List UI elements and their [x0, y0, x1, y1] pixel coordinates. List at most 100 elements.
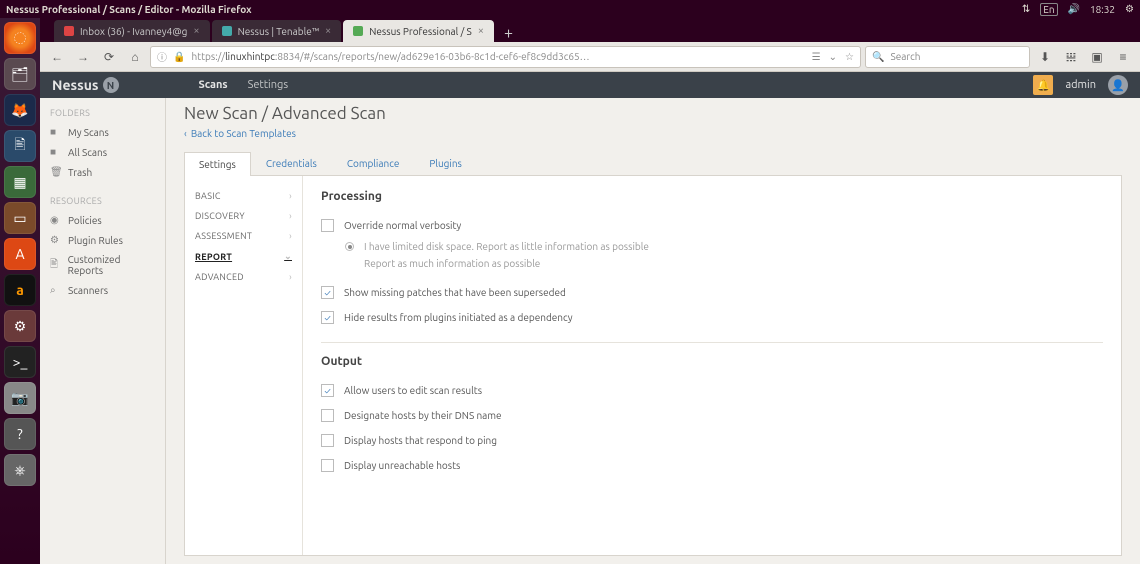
browser-tab-active[interactable]: Nessus Professional / S ×	[343, 20, 494, 42]
search-bar[interactable]: 🔍 Search	[865, 46, 1030, 68]
back-to-templates-link[interactable]: ‹ Back to Scan Templates	[184, 128, 296, 139]
sidebar-item-label: Customized Reports	[68, 254, 155, 276]
window-title: Nessus Professional / Scans / Editor - M…	[6, 4, 1022, 15]
section-processing-title: Processing	[321, 190, 1103, 203]
settings-nav-assessment[interactable]: ASSESSMENT›	[185, 226, 302, 246]
amazon-icon[interactable]: a	[4, 274, 36, 306]
bookmark-star-icon[interactable]: ☆	[845, 51, 854, 63]
nessus-main: New Scan / Advanced Scan ‹ Back to Scan …	[166, 98, 1140, 564]
clock[interactable]: 18:32	[1090, 4, 1115, 15]
page-title: New Scan / Advanced Scan	[184, 104, 1122, 123]
calc-icon[interactable]: ▦	[4, 166, 36, 198]
option-display-ping[interactable]: Display hosts that respond to ping	[321, 428, 1103, 453]
notifications-icon[interactable]: 🔔	[1033, 75, 1053, 95]
nav-settings[interactable]: Settings	[248, 79, 289, 91]
snav-label: BASIC	[195, 191, 221, 201]
radio-report-much[interactable]: Report as much information as possible	[345, 255, 1103, 272]
help-icon[interactable]: ?	[4, 418, 36, 450]
tab-label: Nessus Professional / S	[369, 26, 472, 37]
impress-icon[interactable]: ▭	[4, 202, 36, 234]
sidebar-item-label: Plugin Rules	[68, 235, 123, 246]
folder-icon: ■	[50, 146, 60, 158]
close-icon[interactable]: ×	[193, 25, 199, 37]
system-tray: ⇅ En 🔊 18:32 ⚙	[1022, 3, 1134, 16]
settings-nav-report[interactable]: REPORT⌄	[185, 246, 302, 267]
browser-tabstrip: Inbox (36) - Ivanney4@g × Nessus | Tenab…	[40, 18, 1140, 42]
option-override-verbosity[interactable]: Override normal verbosity	[321, 213, 1103, 238]
settings-nav-discovery[interactable]: DISCOVERY›	[185, 206, 302, 226]
files-icon[interactable]: 🗂	[4, 58, 36, 90]
tab-plugins[interactable]: Plugins	[414, 151, 477, 175]
forward-button[interactable]: →	[72, 46, 94, 68]
scan-config-tabs: Settings Credentials Compliance Plugins	[184, 151, 1122, 176]
session-gear-icon[interactable]: ⚙	[1125, 3, 1134, 15]
sidebar-item-plugin-rules[interactable]: ⚙Plugin Rules	[40, 230, 165, 250]
library-button[interactable]: 𝍐	[1060, 46, 1082, 68]
ubuntu-dash-icon[interactable]: ◌	[4, 22, 36, 54]
settings-icon[interactable]: ⚙	[4, 310, 36, 342]
volume-icon[interactable]: 🔊	[1068, 3, 1080, 15]
sidebar-item-all-scans[interactable]: ■All Scans	[40, 142, 165, 162]
checkbox[interactable]	[321, 434, 334, 447]
reload-button[interactable]: ⟳	[98, 46, 120, 68]
pocket-icon[interactable]: ⌄	[829, 51, 837, 63]
home-button[interactable]: ⌂	[124, 46, 146, 68]
user-name[interactable]: admin	[1065, 79, 1096, 91]
sidebar-item-scanners[interactable]: ⌕Scanners	[40, 280, 165, 300]
chevron-right-icon: ›	[289, 191, 292, 201]
radio-icon[interactable]	[345, 242, 354, 251]
user-avatar-icon[interactable]: 👤	[1108, 75, 1128, 95]
sidebar-item-customized-reports[interactable]: 🖹Customized Reports	[40, 250, 165, 280]
policy-icon: ◉	[50, 214, 60, 226]
checkbox[interactable]	[321, 384, 334, 397]
tab-credentials[interactable]: Credentials	[251, 151, 332, 175]
app-icon[interactable]: ⎈	[4, 454, 36, 486]
checkbox[interactable]	[321, 286, 334, 299]
option-hide-dependency[interactable]: Hide results from plugins initiated as a…	[321, 305, 1103, 330]
checkbox[interactable]	[321, 219, 334, 232]
checkbox[interactable]	[321, 409, 334, 422]
reader-icon[interactable]: ☰	[812, 51, 821, 63]
software-center-icon[interactable]: A	[4, 238, 36, 270]
nav-scans[interactable]: Scans	[199, 79, 228, 91]
menu-button[interactable]: ≡	[1112, 46, 1134, 68]
tab-compliance[interactable]: Compliance	[332, 151, 415, 175]
new-tab-button[interactable]: +	[496, 24, 521, 42]
terminal-icon[interactable]: >_	[4, 346, 36, 378]
nessus-logo[interactable]: Nessus N	[52, 77, 119, 93]
close-icon[interactable]: ×	[325, 25, 331, 37]
settings-nav-basic[interactable]: BASIC ›	[185, 186, 302, 206]
sidebar-item-label: Trash	[68, 167, 92, 178]
screenshot-icon[interactable]: 📷	[4, 382, 36, 414]
favicon-tenable-icon	[222, 26, 232, 36]
brand-text: Nessus	[52, 77, 99, 93]
settings-nav-advanced[interactable]: ADVANCED›	[185, 267, 302, 287]
option-show-superseded[interactable]: Show missing patches that have been supe…	[321, 280, 1103, 305]
keyboard-lang-indicator[interactable]: En	[1040, 3, 1057, 16]
radio-limited-disk[interactable]: I have limited disk space. Report as lit…	[345, 238, 1103, 255]
option-label: Show missing patches that have been supe…	[344, 287, 566, 298]
checkbox[interactable]	[321, 459, 334, 472]
verbosity-radio-group: I have limited disk space. Report as lit…	[321, 238, 1103, 272]
option-allow-edit[interactable]: Allow users to edit scan results	[321, 378, 1103, 403]
option-label: Override normal verbosity	[344, 220, 461, 231]
url-bar[interactable]: ⓘ 🔒 https://linuxhintpc:8834/#/scans/rep…	[150, 46, 861, 68]
sidebar-button[interactable]: ▣	[1086, 46, 1108, 68]
back-button[interactable]: ←	[46, 46, 68, 68]
writer-icon[interactable]: 🖹	[4, 130, 36, 162]
sidebar-item-my-scans[interactable]: ■My Scans	[40, 122, 165, 142]
browser-tab[interactable]: Inbox (36) - Ivanney4@g ×	[54, 20, 210, 42]
option-label: Display unreachable hosts	[344, 460, 460, 471]
downloads-button[interactable]: ⬇	[1034, 46, 1056, 68]
option-designate-dns[interactable]: Designate hosts by their DNS name	[321, 403, 1103, 428]
firefox-icon[interactable]: 🦊	[4, 94, 36, 126]
sidebar-item-trash[interactable]: 🗑Trash	[40, 162, 165, 182]
info-icon[interactable]: ⓘ	[157, 49, 167, 64]
tab-settings[interactable]: Settings	[184, 152, 251, 176]
option-display-unreachable[interactable]: Display unreachable hosts	[321, 453, 1103, 478]
close-icon[interactable]: ×	[478, 25, 484, 37]
checkbox[interactable]	[321, 311, 334, 324]
sidebar-item-policies[interactable]: ◉Policies	[40, 210, 165, 230]
browser-tab[interactable]: Nessus | Tenable™ ×	[212, 20, 342, 42]
network-icon[interactable]: ⇅	[1022, 3, 1030, 15]
